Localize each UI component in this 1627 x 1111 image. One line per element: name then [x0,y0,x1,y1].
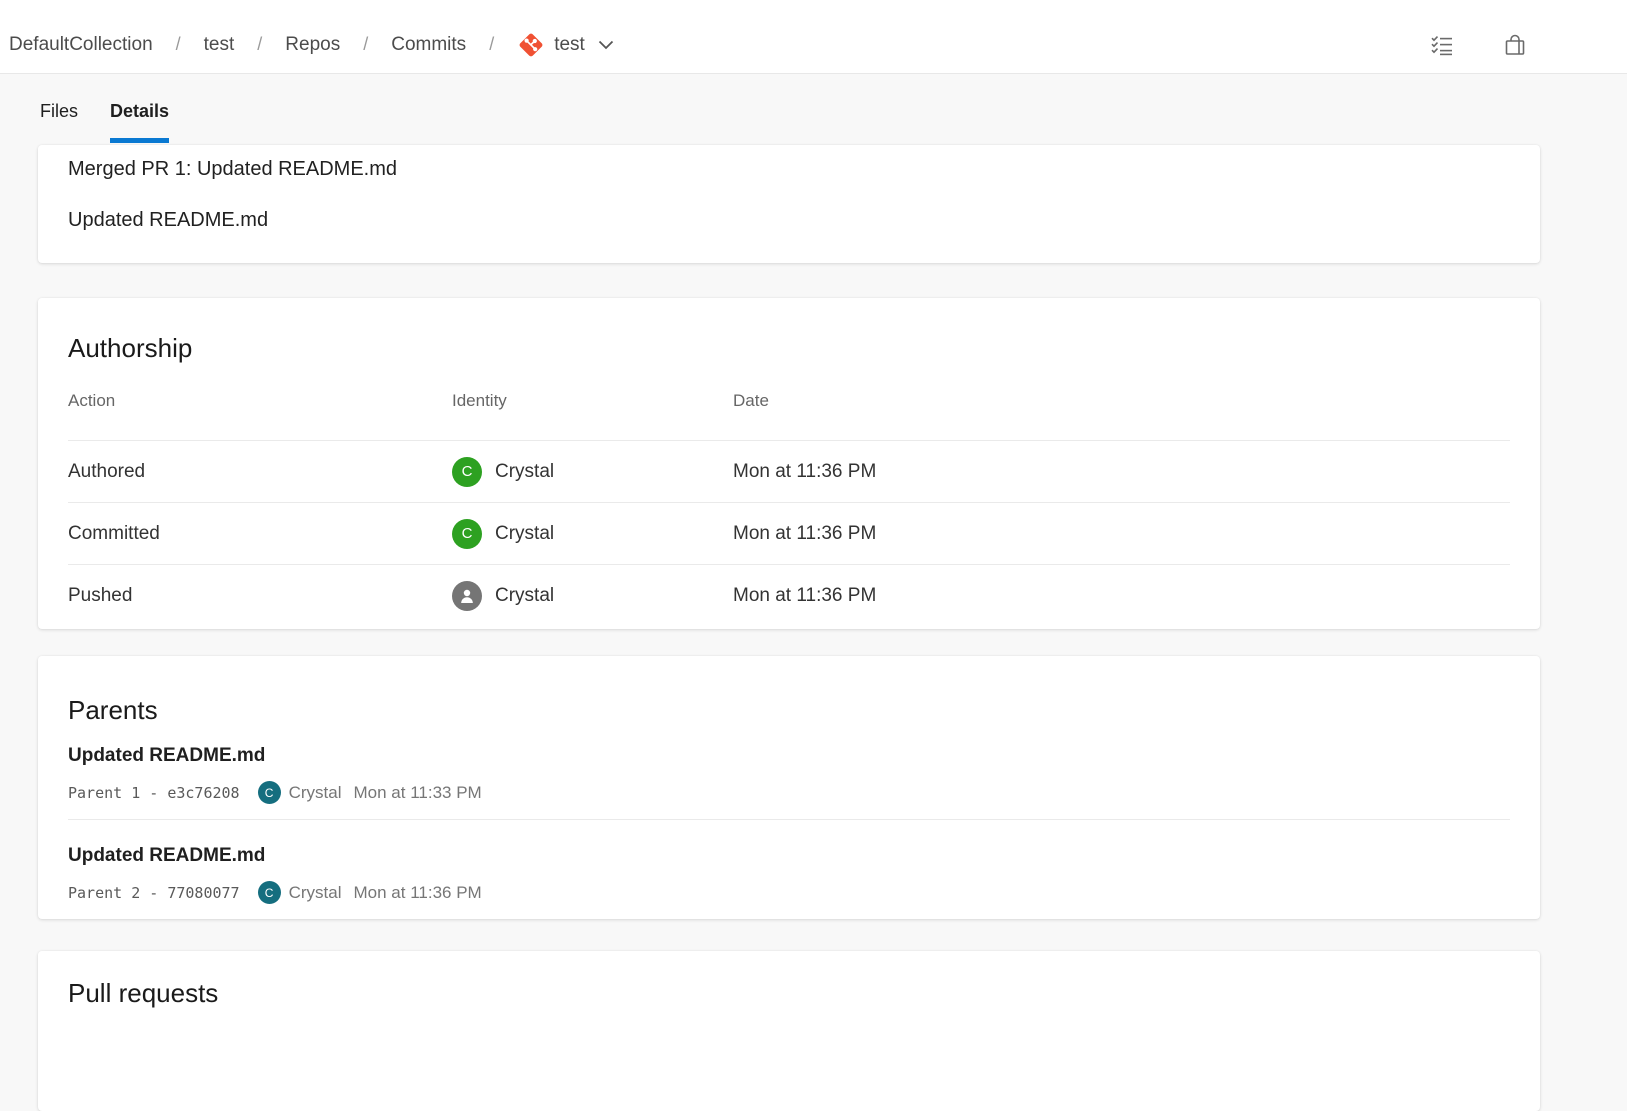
column-header-date: Date [733,391,1510,411]
breadcrumb-repos[interactable]: Repos [285,34,340,56]
commit-title: Merged PR 1: Updated README.md [68,158,1510,181]
parents-card: Parents Updated README.md Parent 1 - e3c… [38,656,1540,919]
identity-name: Crystal [495,585,554,607]
breadcrumb-separator: / [257,34,262,55]
breadcrumb-commits[interactable]: Commits [391,34,466,56]
breadcrumb-separator: / [176,34,181,55]
parents-heading: Parents [68,656,1510,727]
parent-commit-link[interactable]: Updated README.md [68,845,1510,867]
tab-bar: Files Details [0,74,1627,143]
person-avatar-icon [452,581,482,611]
commit-description: Updated README.md [68,209,1510,232]
avatar: C [452,457,482,487]
authorship-table-header: Action Identity Date [68,365,1510,440]
table-row-committed: Committed C Crystal Mon at 11:36 PM [68,502,1510,564]
table-row-pushed: Pushed Crystal Mon at 11:36 PM [68,564,1510,626]
action-cell: Pushed [68,585,452,607]
identity-name: Crystal [495,461,554,483]
table-row-authored: Authored C Crystal Mon at 11:36 PM [68,440,1510,502]
breadcrumb-collection[interactable]: DefaultCollection [9,34,153,56]
identity-name: Crystal [289,783,342,803]
date-cell: Mon at 11:36 PM [733,585,1510,607]
avatar: C [258,881,281,904]
tab-files[interactable]: Files [40,101,78,143]
avatar: C [258,781,281,804]
parent-hash-label: Parent 2 - 77080077 [68,883,240,903]
column-header-identity: Identity [452,391,733,411]
pull-requests-heading: Pull requests [68,951,1510,1010]
top-bar: DefaultCollection / test / Repos / Commi… [0,0,1627,74]
commit-date: Mon at 11:33 PM [354,783,482,803]
date-cell: Mon at 11:36 PM [733,461,1510,483]
identity-cell: Crystal [452,581,733,611]
pull-requests-card: Pull requests [38,951,1540,1111]
breadcrumb: DefaultCollection / test / Repos / Commi… [9,31,614,59]
tab-details[interactable]: Details [110,101,169,143]
breadcrumb-separator: / [363,34,368,55]
identity-name: Crystal [495,523,554,545]
commit-date: Mon at 11:36 PM [354,883,482,903]
avatar: C [452,519,482,549]
git-repo-icon [517,31,545,59]
breadcrumb-separator: / [489,34,494,55]
topbar-icon-group [1430,33,1527,57]
identity-name: Crystal [289,883,342,903]
authorship-heading: Authorship [68,298,1510,365]
breadcrumb-project[interactable]: test [204,34,235,56]
breadcrumb-repo-picker[interactable]: test [517,31,614,59]
authorship-card: Authorship Action Identity Date Authored… [38,298,1540,629]
parent-commit-meta: Parent 1 - e3c76208 C Crystal Mon at 11:… [68,781,1510,804]
parent-commit-item: Updated README.md Parent 2 - 77080077 C … [68,819,1510,919]
commit-message-card: Merged PR 1: Updated README.md Updated R… [38,145,1540,263]
marketplace-bag-icon[interactable] [1503,33,1527,57]
parent-hash-label: Parent 1 - e3c76208 [68,783,240,803]
identity-cell: C Crystal [452,457,733,487]
column-header-action: Action [68,391,452,411]
parent-commit-link[interactable]: Updated README.md [68,745,1510,767]
action-cell: Authored [68,461,452,483]
breadcrumb-repo-name[interactable]: test [554,34,585,56]
date-cell: Mon at 11:36 PM [733,523,1510,545]
action-cell: Committed [68,523,452,545]
parent-commit-meta: Parent 2 - 77080077 C Crystal Mon at 11:… [68,881,1510,904]
chevron-down-icon[interactable] [598,40,614,50]
parent-commit-item: Updated README.md Parent 1 - e3c76208 C … [68,727,1510,819]
identity-cell: C Crystal [452,519,733,549]
checklist-icon[interactable] [1430,33,1454,57]
